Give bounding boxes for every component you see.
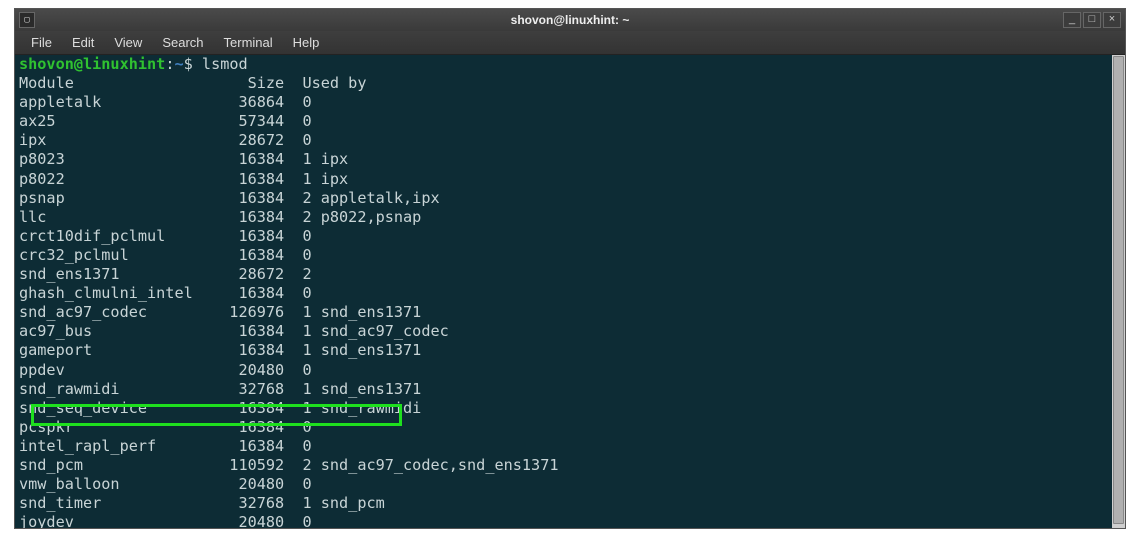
- window-title: shovon@linuxhint: ~: [511, 13, 630, 27]
- terminal-area: shovon@linuxhint:~$ lsmod Module Size Us…: [15, 55, 1125, 528]
- scrollbar[interactable]: [1112, 55, 1125, 528]
- menu-file[interactable]: File: [21, 33, 62, 52]
- menu-view[interactable]: View: [104, 33, 152, 52]
- scroll-thumb[interactable]: [1113, 56, 1124, 524]
- close-button[interactable]: ×: [1103, 12, 1121, 28]
- menu-help[interactable]: Help: [283, 33, 330, 52]
- window-controls: _ □ ×: [1063, 12, 1121, 28]
- app-icon: ▢: [19, 12, 35, 28]
- menu-edit[interactable]: Edit: [62, 33, 104, 52]
- menu-terminal[interactable]: Terminal: [214, 33, 283, 52]
- menu-search[interactable]: Search: [152, 33, 213, 52]
- titlebar[interactable]: ▢ shovon@linuxhint: ~ _ □ ×: [15, 9, 1125, 31]
- maximize-button[interactable]: □: [1083, 12, 1101, 28]
- terminal-output[interactable]: shovon@linuxhint:~$ lsmod Module Size Us…: [15, 55, 1125, 528]
- terminal-window: ▢ shovon@linuxhint: ~ _ □ × File Edit Vi…: [14, 8, 1126, 529]
- menubar: File Edit View Search Terminal Help: [15, 31, 1125, 55]
- minimize-button[interactable]: _: [1063, 12, 1081, 28]
